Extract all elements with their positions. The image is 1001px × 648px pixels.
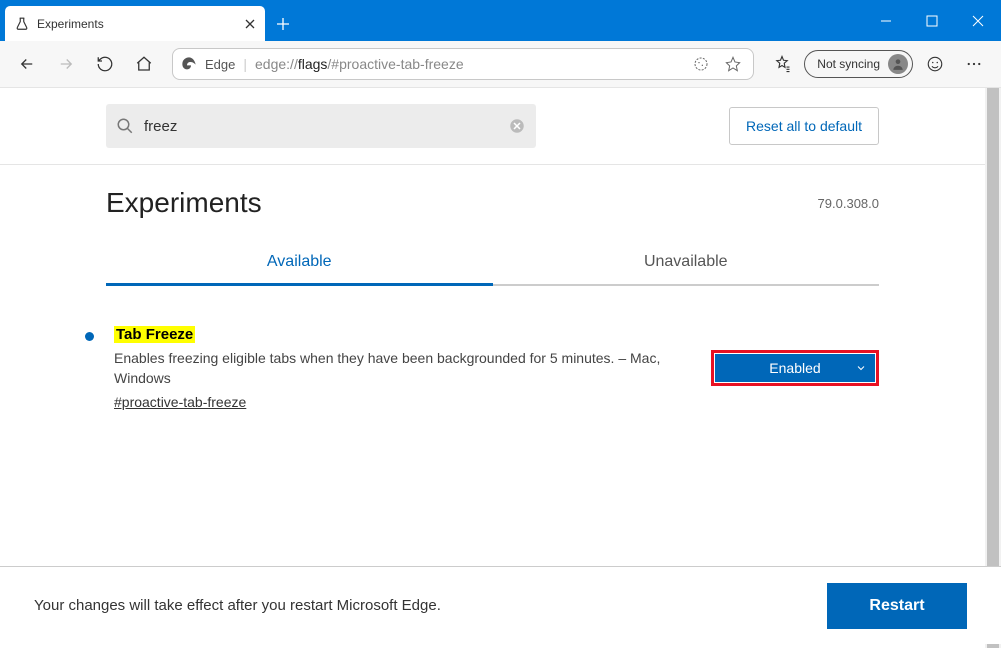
addr-prefix: Edge <box>205 57 235 72</box>
person-icon <box>891 57 905 71</box>
tab-title: Experiments <box>37 17 104 31</box>
star-list-icon <box>773 55 791 73</box>
window-titlebar: Experiments <box>0 0 1001 41</box>
flask-icon <box>15 17 29 31</box>
favorites-list-button[interactable] <box>765 47 799 81</box>
tab-unavailable[interactable]: Unavailable <box>493 241 880 286</box>
edge-logo-icon <box>181 56 197 72</box>
flag-item: Tab Freeze Enables freezing eligible tab… <box>0 286 985 410</box>
plus-icon <box>276 17 290 31</box>
search-icon <box>116 117 134 135</box>
refresh-icon <box>96 55 114 73</box>
scrollbar-thumb[interactable] <box>987 88 999 648</box>
flag-select-value: Enabled <box>769 360 820 376</box>
page-title: Experiments <box>106 187 262 219</box>
feedback-button[interactable] <box>918 47 952 81</box>
new-tab-button[interactable] <box>265 6 301 41</box>
forward-button <box>49 47 83 81</box>
maximize-icon <box>926 15 938 27</box>
tab-available[interactable]: Available <box>106 241 493 286</box>
browser-tab[interactable]: Experiments <box>5 6 265 41</box>
favorite-button[interactable] <box>721 52 745 76</box>
flag-text: Tab Freeze Enables freezing eligible tab… <box>114 326 691 410</box>
heading-row: Experiments 79.0.308.0 <box>0 165 985 229</box>
flag-hash-link[interactable]: #proactive-tab-freeze <box>114 394 246 410</box>
version-label: 79.0.308.0 <box>818 196 879 211</box>
flag-description: Enables freezing eligible tabs when they… <box>114 349 674 388</box>
close-icon <box>245 19 255 29</box>
home-icon <box>135 55 153 73</box>
scrollbar[interactable] <box>985 88 1001 648</box>
profile-sync-button[interactable]: Not syncing <box>804 50 913 78</box>
restart-button[interactable]: Restart <box>827 583 967 629</box>
refresh-button[interactable] <box>88 47 122 81</box>
browser-toolbar: Edge | edge://flags/#proactive-tab-freez… <box>0 41 1001 88</box>
cookie-icon <box>693 56 709 72</box>
close-icon <box>972 15 984 27</box>
flag-select-highlight: Enabled <box>711 350 879 386</box>
tab-close-button[interactable] <box>245 19 255 29</box>
clear-icon <box>508 117 526 135</box>
star-icon <box>725 56 741 72</box>
cookie-settings-button[interactable] <box>689 52 713 76</box>
flag-modified-indicator <box>85 332 94 341</box>
content-area: Reset all to default Experiments 79.0.30… <box>0 88 1001 648</box>
close-window-button[interactable] <box>955 0 1001 41</box>
back-button[interactable] <box>10 47 44 81</box>
chevron-down-icon <box>855 362 867 374</box>
footer-message: Your changes will take effect after you … <box>34 597 441 614</box>
minimize-button[interactable] <box>863 0 909 41</box>
flag-title: Tab Freeze <box>114 326 195 343</box>
more-icon <box>965 55 983 73</box>
restart-footer: Your changes will take effect after you … <box>0 566 1001 644</box>
flag-select-dropdown[interactable]: Enabled <box>715 354 875 382</box>
addr-separator: | <box>243 56 247 72</box>
window-controls <box>863 0 1001 41</box>
clear-search-button[interactable] <box>508 117 526 135</box>
flag-select-wrapper: Enabled <box>711 350 879 410</box>
addr-url: edge://flags/#proactive-tab-freeze <box>255 56 681 72</box>
arrow-right-icon <box>57 55 75 73</box>
reset-all-button[interactable]: Reset all to default <box>729 107 879 145</box>
tabs-row: Available Unavailable <box>0 229 985 286</box>
search-input[interactable] <box>144 118 498 135</box>
sync-label: Not syncing <box>817 57 880 71</box>
home-button[interactable] <box>127 47 161 81</box>
search-box[interactable] <box>106 104 536 148</box>
address-bar[interactable]: Edge | edge://flags/#proactive-tab-freez… <box>172 48 754 80</box>
minimize-icon <box>880 15 892 27</box>
search-row: Reset all to default <box>0 88 985 165</box>
menu-button[interactable] <box>957 47 991 81</box>
avatar <box>888 54 908 74</box>
maximize-button[interactable] <box>909 0 955 41</box>
smiley-icon <box>926 55 944 73</box>
arrow-left-icon <box>18 55 36 73</box>
